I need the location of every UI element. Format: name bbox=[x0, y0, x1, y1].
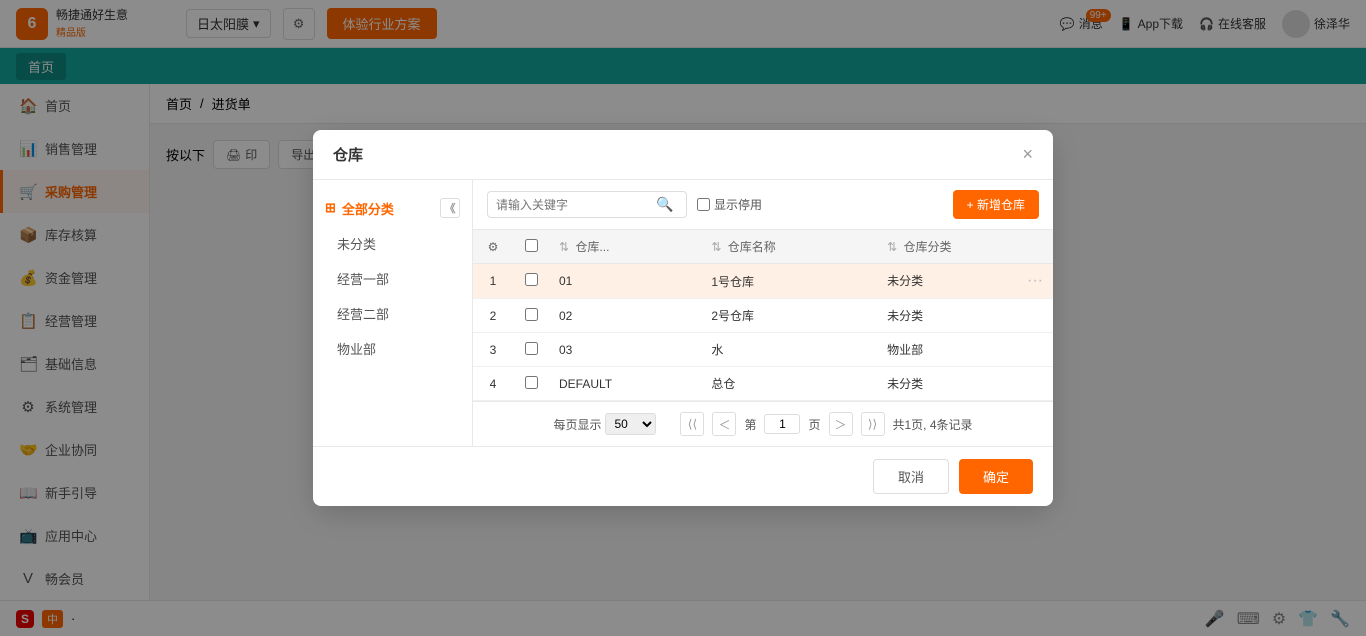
modal-overlay: 仓库 × ⊞ 全部分类 《 未分类 经营一部 经营二部 bbox=[0, 0, 1366, 636]
cancel-button[interactable]: 取消 bbox=[873, 459, 949, 494]
search-input-wrap: 🔍 bbox=[487, 191, 687, 218]
select-all-checkbox[interactable] bbox=[525, 239, 538, 252]
row-cat-1: 未分类 ··· bbox=[877, 264, 1053, 299]
warehouse-table: ⚙ ⇅ 仓库... ⇅ bbox=[473, 230, 1053, 401]
row-code-3: 03 bbox=[549, 333, 701, 367]
grid-icon: ⊞ bbox=[325, 200, 336, 216]
row-code-2: 02 bbox=[549, 299, 701, 333]
row-name-2: 2号仓库 bbox=[701, 299, 877, 333]
modal-header: 仓库 × bbox=[313, 130, 1053, 180]
modal-close-button[interactable]: × bbox=[1022, 144, 1033, 165]
modal-title: 仓库 bbox=[333, 144, 363, 165]
page-label-after: 页 bbox=[808, 416, 820, 433]
table-row[interactable]: 1 01 1号仓库 未分类 ··· bbox=[473, 264, 1053, 299]
th-category: ⇅ 仓库分类 bbox=[877, 230, 1053, 264]
collapse-category-button[interactable]: 《 bbox=[440, 198, 460, 218]
prev-page-button[interactable]: ＜ bbox=[712, 412, 736, 436]
settings-icon: ⚙ bbox=[488, 240, 499, 254]
row-check-1[interactable] bbox=[513, 264, 549, 299]
sort-icon: ⇅ bbox=[559, 240, 569, 254]
add-warehouse-button[interactable]: + 新增仓库 bbox=[953, 190, 1039, 219]
row-code-4: DEFAULT bbox=[549, 367, 701, 401]
search-icon[interactable]: 🔍 bbox=[656, 196, 673, 213]
row-actions-1[interactable]: ··· bbox=[1027, 272, 1043, 290]
category-item-ops1[interactable]: 经营一部 bbox=[313, 261, 472, 296]
row-num-2: 2 bbox=[473, 299, 513, 333]
page-size-selector: 每页显示 50 100 200 bbox=[553, 413, 656, 435]
category-item-property[interactable]: 物业部 bbox=[313, 331, 472, 366]
table-header-row: ⚙ ⇅ 仓库... ⇅ bbox=[473, 230, 1053, 264]
table-toolbar: 🔍 显示停用 + 新增仓库 bbox=[473, 180, 1053, 230]
total-pages-label: 共1页, 4条记录 bbox=[893, 416, 973, 433]
row-name-4: 总仓 bbox=[701, 367, 877, 401]
warehouse-modal: 仓库 × ⊞ 全部分类 《 未分类 经营一部 经营二部 bbox=[313, 130, 1053, 506]
row-check-2[interactable] bbox=[513, 299, 549, 333]
row-check-3[interactable] bbox=[513, 333, 549, 367]
row-check-4[interactable] bbox=[513, 367, 549, 401]
category-sidebar: ⊞ 全部分类 《 未分类 经营一部 经营二部 物业部 bbox=[313, 180, 473, 446]
warehouse-search-input[interactable] bbox=[496, 198, 656, 212]
sort-icon-cat: ⇅ bbox=[887, 240, 897, 254]
page-number-input[interactable] bbox=[764, 414, 800, 434]
row-name-1: 1号仓库 bbox=[701, 264, 877, 299]
table-head: ⚙ ⇅ 仓库... ⇅ bbox=[473, 230, 1053, 264]
row-num-3: 3 bbox=[473, 333, 513, 367]
th-code: ⇅ 仓库... bbox=[549, 230, 701, 264]
next-page-button[interactable]: ＞ bbox=[829, 412, 853, 436]
pagination-area: 每页显示 50 100 200 ⟨⟨ ＜ 第 页 ＞ ⟩⟩ 共1页, 4条记录 bbox=[473, 401, 1053, 446]
table-row[interactable]: 4 DEFAULT 总仓 未分类 bbox=[473, 367, 1053, 401]
th-name: ⇅ 仓库名称 bbox=[701, 230, 877, 264]
th-settings: ⚙ bbox=[473, 230, 513, 264]
table-scroll-area: ⚙ ⇅ 仓库... ⇅ bbox=[473, 230, 1053, 401]
row-name-3: 水 bbox=[701, 333, 877, 367]
category-header[interactable]: ⊞ 全部分类 《 bbox=[313, 190, 472, 226]
first-page-button[interactable]: ⟨⟨ bbox=[680, 412, 704, 436]
row-cat-3: 物业部 bbox=[877, 333, 1053, 367]
category-item-ops2[interactable]: 经营二部 bbox=[313, 296, 472, 331]
table-body: 1 01 1号仓库 未分类 ··· 2 bbox=[473, 264, 1053, 401]
modal-footer: 取消 确定 bbox=[313, 446, 1053, 506]
show-disabled-checkbox[interactable] bbox=[697, 198, 710, 211]
page-size-select[interactable]: 50 100 200 bbox=[605, 413, 656, 435]
row-num-4: 4 bbox=[473, 367, 513, 401]
sort-icon-name: ⇅ bbox=[711, 240, 721, 254]
th-checkbox bbox=[513, 230, 549, 264]
page-label-before: 第 bbox=[744, 416, 756, 433]
row-cat-4: 未分类 bbox=[877, 367, 1053, 401]
row-cat-2: 未分类 bbox=[877, 299, 1053, 333]
last-page-button[interactable]: ⟩⟩ bbox=[861, 412, 885, 436]
show-disabled-label[interactable]: 显示停用 bbox=[697, 196, 762, 213]
confirm-button[interactable]: 确定 bbox=[959, 459, 1033, 494]
table-area: 🔍 显示停用 + 新增仓库 ⚙ bbox=[473, 180, 1053, 446]
category-item-unclassified[interactable]: 未分类 bbox=[313, 226, 472, 261]
table-row[interactable]: 3 03 水 物业部 bbox=[473, 333, 1053, 367]
modal-body: ⊞ 全部分类 《 未分类 经营一部 经营二部 物业部 bbox=[313, 180, 1053, 446]
table-row[interactable]: 2 02 2号仓库 未分类 bbox=[473, 299, 1053, 333]
row-num-1: 1 bbox=[473, 264, 513, 299]
row-code-1: 01 bbox=[549, 264, 701, 299]
